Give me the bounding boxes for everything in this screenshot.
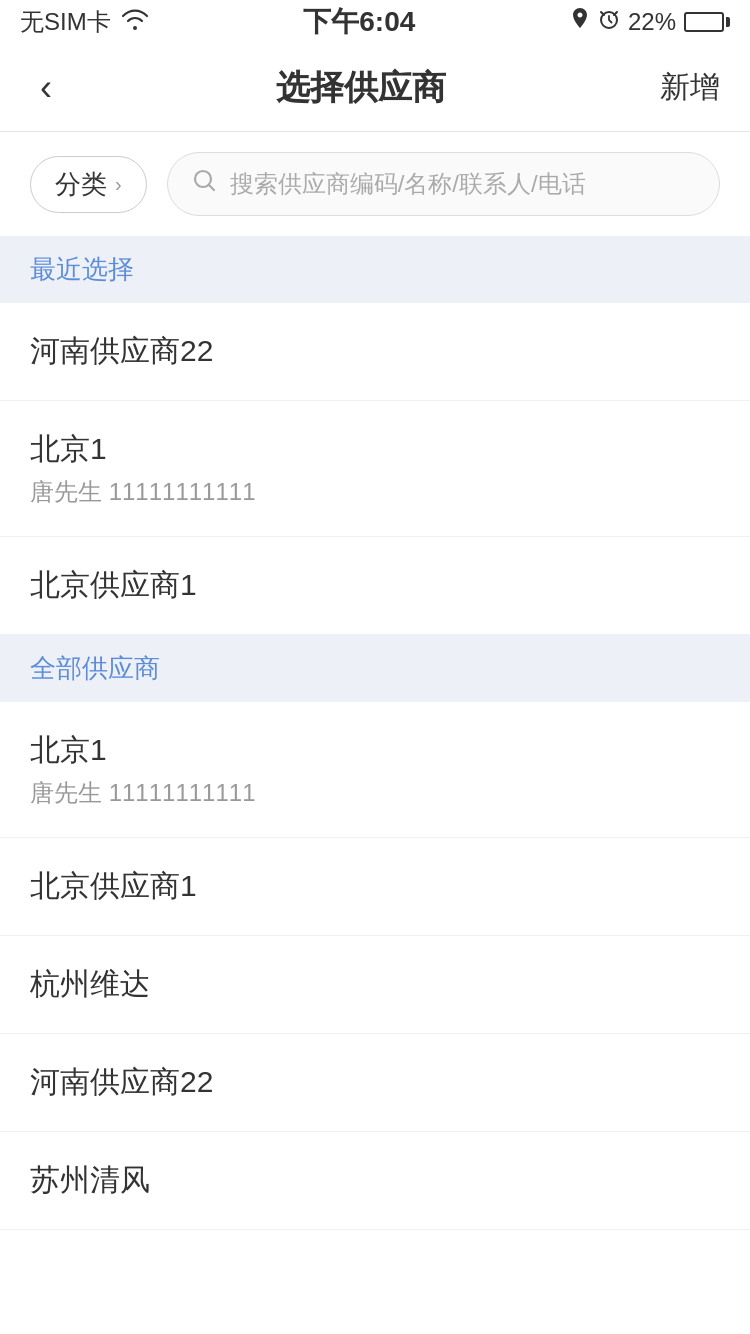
list-item[interactable]: 北京1 唐先生 11111111111: [0, 702, 750, 838]
status-left: 无SIM卡: [20, 6, 149, 38]
status-time: 下午6:04: [303, 3, 415, 41]
search-icon: [192, 168, 218, 201]
item-name: 北京1: [30, 429, 720, 470]
all-section-header: 全部供应商: [0, 635, 750, 702]
location-icon: [570, 8, 590, 36]
category-button[interactable]: 分类 ›: [30, 156, 147, 213]
wifi-icon: [121, 8, 149, 36]
item-name: 北京1: [30, 730, 720, 771]
status-right: 22%: [570, 8, 730, 36]
alarm-icon: [598, 8, 620, 36]
list-item[interactable]: 北京1 唐先生 11111111111: [0, 401, 750, 537]
item-sub: 唐先生 11111111111: [30, 476, 720, 508]
item-name: 河南供应商22: [30, 331, 720, 372]
list-item[interactable]: 北京供应商1: [0, 838, 750, 936]
item-name: 河南供应商22: [30, 1062, 720, 1103]
add-button[interactable]: 新增: [660, 67, 720, 108]
item-name: 北京供应商1: [30, 866, 720, 907]
search-box[interactable]: 搜索供应商编码/名称/联系人/电话: [167, 152, 720, 216]
recent-section-header: 最近选择: [0, 236, 750, 303]
battery-percentage: 22%: [628, 8, 676, 36]
search-placeholder: 搜索供应商编码/名称/联系人/电话: [230, 168, 586, 200]
battery-icon: [684, 12, 730, 32]
category-label: 分类: [55, 167, 107, 202]
list-item[interactable]: 北京供应商1: [0, 537, 750, 635]
item-name: 杭州维达: [30, 964, 720, 1005]
status-bar: 无SIM卡 下午6:04 22%: [0, 0, 750, 44]
all-suppliers-list: 北京1 唐先生 11111111111 北京供应商1 杭州维达 河南供应商22 …: [0, 702, 750, 1230]
chevron-right-icon: ›: [115, 173, 122, 196]
recent-list: 河南供应商22 北京1 唐先生 11111111111 北京供应商1: [0, 303, 750, 635]
filter-bar: 分类 › 搜索供应商编码/名称/联系人/电话: [0, 132, 750, 236]
item-name: 北京供应商1: [30, 565, 720, 606]
page-title: 选择供应商: [276, 65, 446, 111]
nav-bar: ‹ 选择供应商 新增: [0, 44, 750, 132]
list-item[interactable]: 河南供应商22: [0, 303, 750, 401]
back-button[interactable]: ‹: [30, 57, 62, 119]
item-name: 苏州清风: [30, 1160, 720, 1201]
sim-label: 无SIM卡: [20, 6, 111, 38]
list-item[interactable]: 苏州清风: [0, 1132, 750, 1230]
list-item[interactable]: 杭州维达: [0, 936, 750, 1034]
item-sub: 唐先生 11111111111: [30, 777, 720, 809]
list-item[interactable]: 河南供应商22: [0, 1034, 750, 1132]
